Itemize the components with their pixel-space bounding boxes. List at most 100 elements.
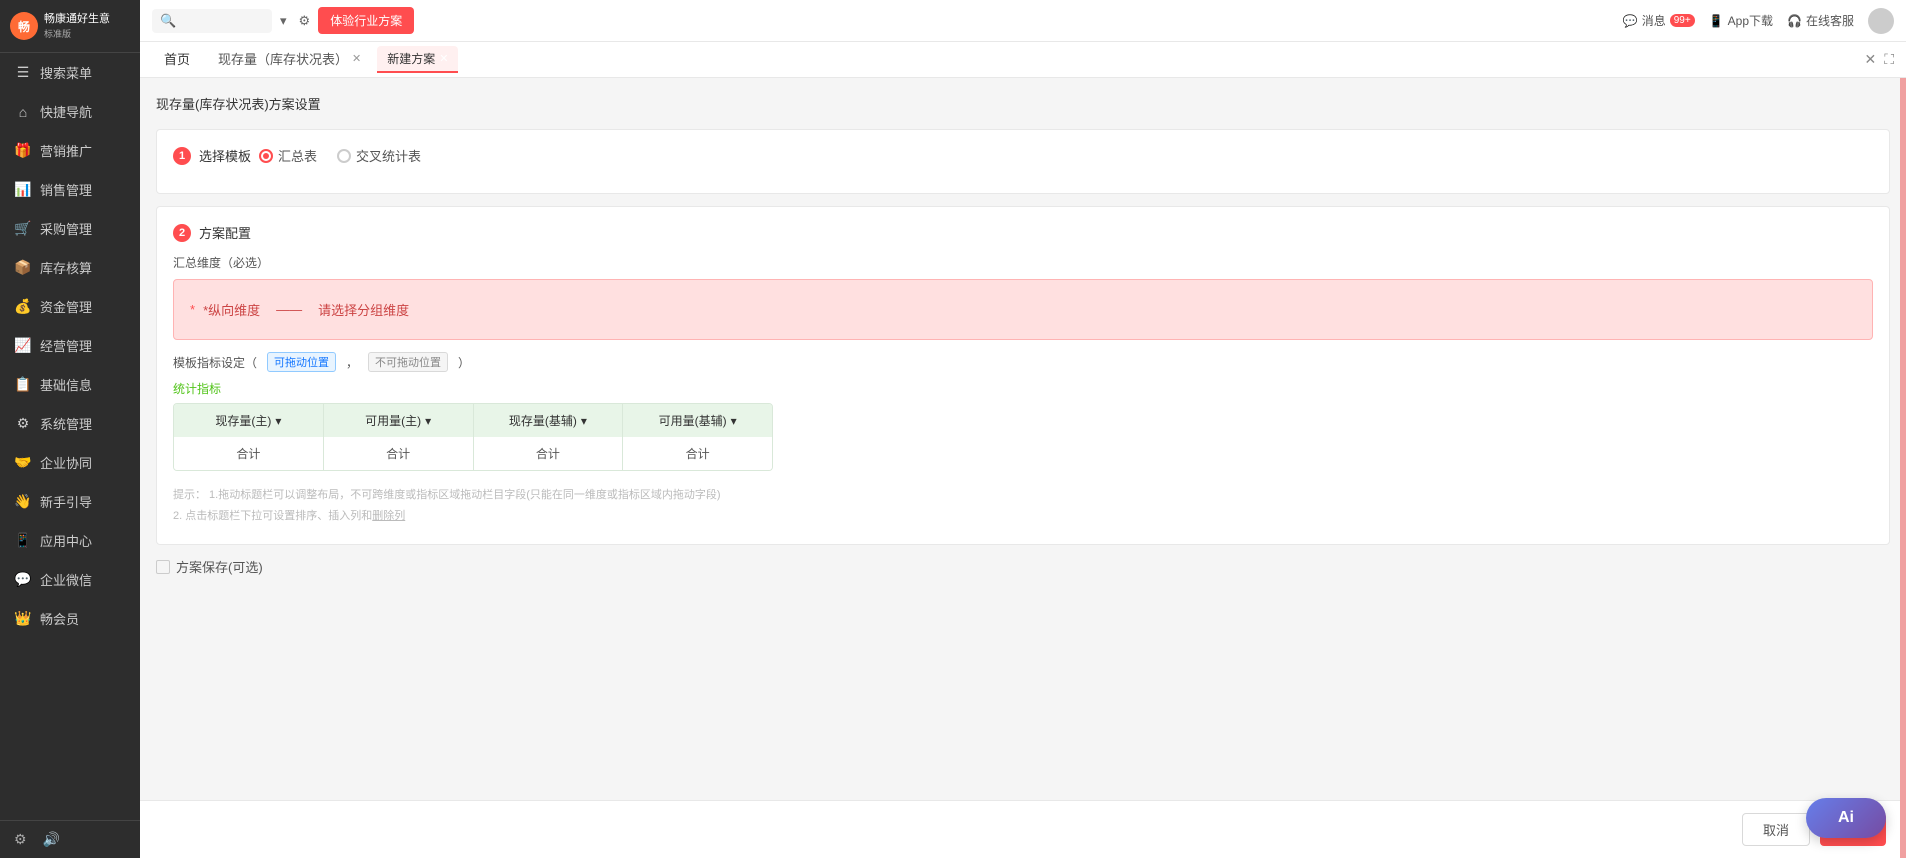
fixed-badge: 不可拖动位置 <box>368 352 448 372</box>
tab-inventory-close-icon[interactable]: ✕ <box>352 52 361 65</box>
download-icon: 📱 <box>1709 14 1724 28</box>
sidebar-item-apps[interactable]: 📱 应用中心 <box>0 521 140 560</box>
indicator-separator: ， <box>346 354 358 371</box>
sidebar-item-label: 搜索菜单 <box>40 63 92 82</box>
sidebar-item-marketing[interactable]: 🎁 营销推广 <box>0 131 140 170</box>
topbar-right: 💬 消息 99+ 📱 App下载 🎧 在线客服 <box>1623 8 1894 34</box>
cancel-button[interactable]: 取消 <box>1742 813 1810 846</box>
message-button[interactable]: 💬 消息 99+ <box>1623 12 1695 29</box>
sidebar-item-label: 营销推广 <box>40 141 92 160</box>
stats-col-1-chevron: ▾ <box>275 414 281 428</box>
stats-col-2-header[interactable]: 可用量(主) ▾ <box>324 404 474 437</box>
delete-col-link[interactable]: 删除列 <box>372 510 405 522</box>
stats-header-row: 现存量(主) ▾ 可用量(主) ▾ 现存量(基辅) ▾ 可用量(基辅) <box>174 404 772 437</box>
stats-cell-3: 合计 <box>474 437 624 470</box>
sidebar-item-label: 资金管理 <box>40 297 92 316</box>
window-expand-icon[interactable]: ⛶ <box>1884 51 1894 68</box>
save-checkbox[interactable] <box>156 560 170 574</box>
sidebar-item-operations[interactable]: 📈 经营管理 <box>0 326 140 365</box>
indicator-close-paren: ） <box>458 354 470 371</box>
sidebar-item-search[interactable]: ☰ 搜索菜单 <box>0 53 140 92</box>
tab-home[interactable]: 首页 <box>152 43 202 76</box>
hints-section: 提示： 1.拖动标题栏可以调整布局，不可跨维度或指标区域拖动栏目字段(只能在同一… <box>173 487 1873 524</box>
tab-inventory[interactable]: 现存量（库存状况表） ✕ <box>206 43 373 76</box>
home-icon: ⌂ <box>14 104 32 120</box>
page-title: 现存量(库存状况表)方案设置 <box>156 94 1890 113</box>
mobile-icon: 📱 <box>14 532 32 549</box>
volume-icon[interactable]: 🔊 <box>43 831 60 848</box>
step2-header: 2 方案配置 <box>173 223 1873 242</box>
gear-icon: ⚙ <box>14 415 32 432</box>
sidebar-item-label: 库存核算 <box>40 258 92 277</box>
tabs-bar: 首页 现存量（库存状况表） ✕ 新建方案 ✕ ✕ ⛶ <box>140 42 1906 78</box>
chart-icon: 📊 <box>14 181 32 198</box>
sidebar-item-finance[interactable]: 💰 资金管理 <box>0 287 140 326</box>
step1-label: 选择模板 <box>199 146 251 165</box>
search-input[interactable] <box>180 14 260 28</box>
topbar-dropdown-icon[interactable]: ▾ <box>280 13 287 29</box>
radio-cross-circle <box>337 149 351 163</box>
list-icon: 📋 <box>14 376 32 393</box>
stats-col-1-header[interactable]: 现存量(主) ▾ <box>174 404 324 437</box>
tab-inventory-label: 现存量（库存状况表） <box>218 49 348 68</box>
sidebar-item-quick-nav[interactable]: ⌂ 快捷导航 <box>0 92 140 131</box>
dimension-required-label: 汇总维度（必选） <box>173 254 1873 271</box>
sidebar-item-system[interactable]: ⚙ 系统管理 <box>0 404 140 443</box>
resize-handle[interactable] <box>1900 78 1906 858</box>
crown-icon: 👑 <box>14 610 32 627</box>
dimension-field-label: *纵向维度 <box>203 300 260 319</box>
window-close-icon[interactable]: ✕ <box>1864 51 1876 68</box>
hint-2: 2. 点击标题栏下拉可设置排序、插入列和删除列 <box>173 508 1873 525</box>
ai-bubble[interactable]: Ai <box>1806 798 1886 838</box>
stats-col-4-label: 可用量(基辅) <box>659 412 727 429</box>
sidebar-item-inventory[interactable]: 📦 库存核算 <box>0 248 140 287</box>
sidebar-item-basic-info[interactable]: 📋 基础信息 <box>0 365 140 404</box>
stats-col-3-header[interactable]: 现存量(基辅) ▾ <box>474 404 624 437</box>
logo-icon: 畅 <box>10 12 38 40</box>
sidebar-item-label: 企业微信 <box>40 570 92 589</box>
stats-col-3-label: 现存量(基辅) <box>509 412 577 429</box>
sidebar-item-newbie[interactable]: 👋 新手引导 <box>0 482 140 521</box>
search-icon: 🔍 <box>160 13 176 29</box>
tab-home-label: 首页 <box>164 49 190 68</box>
sidebar-item-wechat[interactable]: 💬 企业微信 <box>0 560 140 599</box>
topbar-gear-icon[interactable]: ⚙ <box>299 13 311 29</box>
sidebar-nav: ☰ 搜索菜单 ⌂ 快捷导航 🎁 营销推广 📊 销售管理 🛒 采购管理 📦 库存核… <box>0 53 140 820</box>
step1-card: 1 选择模板 汇总表 交叉统计表 <box>156 129 1890 194</box>
wave-icon: 👋 <box>14 493 32 510</box>
footer-bar: 取消 查询 <box>140 800 1906 858</box>
tab-new-plan-close-icon[interactable]: ✕ <box>439 52 448 65</box>
user-avatar[interactable] <box>1868 8 1894 34</box>
content-area: 现存量(库存状况表)方案设置 1 选择模板 汇总表 交叉统计表 <box>140 78 1906 800</box>
tab-new-plan[interactable]: 新建方案 ✕ <box>377 46 458 73</box>
sidebar-item-sales[interactable]: 📊 销售管理 <box>0 170 140 209</box>
radio-summary[interactable]: 汇总表 <box>259 146 317 165</box>
sidebar-item-vip[interactable]: 👑 畅会员 <box>0 599 140 638</box>
customer-service-button[interactable]: 🎧 在线客服 <box>1787 12 1854 29</box>
industry-plan-button[interactable]: 体验行业方案 <box>318 7 414 34</box>
app-download-button[interactable]: 📱 App下载 <box>1709 12 1773 29</box>
step2-card: 2 方案配置 汇总维度（必选） * *纵向维度 —— 请选择分组维度 模板指标设… <box>156 206 1890 545</box>
dimension-box[interactable]: * *纵向维度 —— 请选择分组维度 <box>173 279 1873 340</box>
tab-new-plan-label: 新建方案 <box>387 50 435 67</box>
settings-icon[interactable]: ⚙ <box>14 831 27 848</box>
stats-col-4-chevron: ▾ <box>731 414 737 428</box>
stats-table: 现存量(主) ▾ 可用量(主) ▾ 现存量(基辅) ▾ 可用量(基辅) <box>173 403 773 471</box>
step2-label: 方案配置 <box>199 223 251 242</box>
sidebar-item-purchase[interactable]: 🛒 采购管理 <box>0 209 140 248</box>
sidebar-item-enterprise[interactable]: 🤝 企业协同 <box>0 443 140 482</box>
radio-cross[interactable]: 交叉统计表 <box>337 146 421 165</box>
service-icon: 🎧 <box>1787 14 1802 28</box>
stats-col-3-chevron: ▾ <box>581 414 587 428</box>
cart-icon: 🛒 <box>14 220 32 237</box>
step1-badge: 1 <box>173 147 191 165</box>
stats-col-2-label: 可用量(主) <box>365 412 421 429</box>
message-badge: 99+ <box>1670 14 1695 27</box>
movable-badge: 可拖动位置 <box>267 352 336 372</box>
stats-col-4-header[interactable]: 可用量(基辅) ▾ <box>623 404 772 437</box>
save-option-label: 方案保存(可选) <box>176 557 263 576</box>
hint-1: 提示： 1.拖动标题栏可以调整布局，不可跨维度或指标区域拖动栏目字段(只能在同一… <box>173 487 1873 504</box>
required-star: * <box>190 302 195 317</box>
sidebar-item-label: 企业协同 <box>40 453 92 472</box>
search-box[interactable]: 🔍 <box>152 9 272 33</box>
